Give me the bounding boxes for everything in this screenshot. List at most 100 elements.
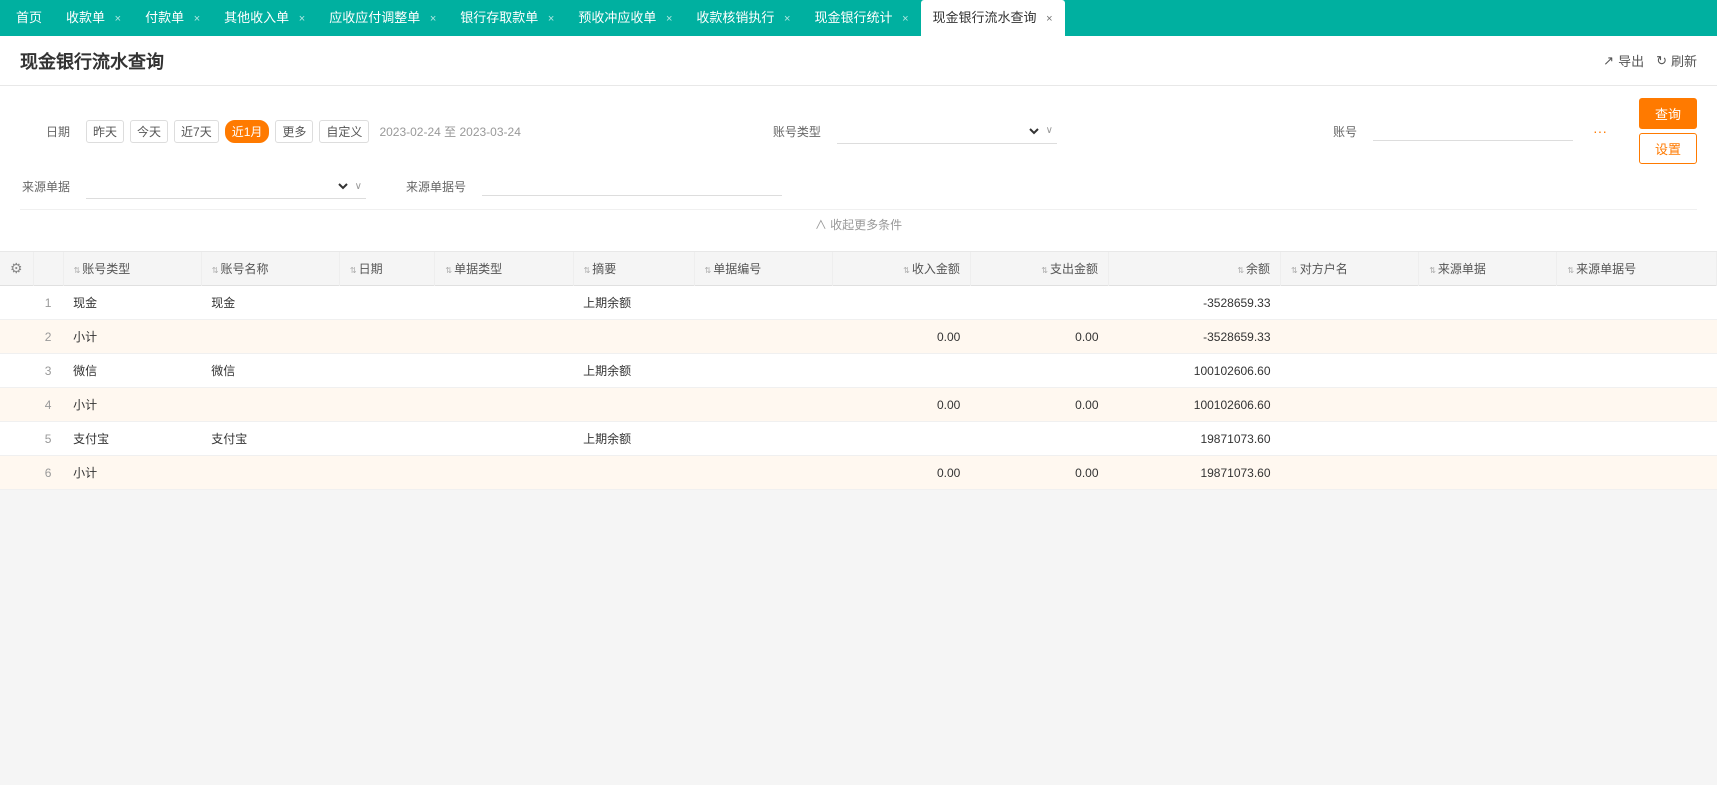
cell-balance: 19871073.60 — [1109, 422, 1281, 456]
nav-item-other-income[interactable]: 其他收入单 × — [212, 0, 317, 36]
nav-item-home[interactable]: 首页 — [4, 0, 54, 36]
source-doc-label: 来源单据 — [20, 178, 70, 195]
cell-account_name: 微信 — [201, 354, 339, 388]
table-row: 2小计0.000.00-3528659.33 — [0, 320, 1717, 354]
cell-num: 1 — [33, 286, 63, 320]
cell-source_doc — [1419, 320, 1557, 354]
sort-icon: ⇅ — [445, 266, 452, 275]
date-range-display: 2023-02-24 至 2023-03-24 — [379, 123, 520, 140]
refresh-button[interactable]: ↻ 刷新 — [1656, 51, 1697, 70]
cell-account_type: 小计 — [63, 456, 201, 490]
col-account-name[interactable]: ⇅账号名称 — [201, 252, 339, 286]
cell-balance: 100102606.60 — [1109, 388, 1281, 422]
cell-source_doc — [1419, 422, 1557, 456]
close-icon[interactable]: × — [299, 13, 305, 25]
cell-summary: 上期余额 — [573, 354, 694, 388]
cell-source_doc — [1419, 388, 1557, 422]
cell-summary — [573, 320, 694, 354]
nav-item-verify[interactable]: 收款核销执行 × — [684, 0, 802, 36]
cell-date — [339, 320, 435, 354]
account-ellipsis-button[interactable]: ··· — [1589, 123, 1611, 139]
account-input[interactable] — [1373, 122, 1573, 141]
cell-income: 0.00 — [832, 320, 970, 354]
cell-account_type: 现金 — [63, 286, 201, 320]
cell-summary — [573, 388, 694, 422]
nav-item-bank-deposit[interactable]: 银行存取款单 × — [448, 0, 566, 36]
sort-icon: ⇅ — [1041, 266, 1048, 275]
cell-doc_num — [694, 320, 832, 354]
nav-item-stats[interactable]: 现金银行统计 × — [802, 0, 920, 36]
date-btn-more[interactable]: 更多 — [275, 120, 313, 143]
table-row: 1现金现金上期余额-3528659.33 — [0, 286, 1717, 320]
nav-item-adjust[interactable]: 应收应付调整单 × — [317, 0, 448, 36]
close-icon-active[interactable]: × — [1046, 13, 1052, 25]
source-doc-chevron-icon: ∨ — [355, 181, 362, 192]
cell-num: 6 — [33, 456, 63, 490]
col-source-doc[interactable]: ⇅来源单据 — [1419, 252, 1557, 286]
cell-account_type: 小计 — [63, 388, 201, 422]
gear-settings-icon[interactable]: ⚙ — [10, 260, 23, 276]
query-button[interactable]: 查询 — [1639, 98, 1697, 129]
col-expense[interactable]: ⇅支出金额 — [970, 252, 1108, 286]
cell-counterpart — [1281, 320, 1419, 354]
sort-icon: ⇅ — [74, 266, 81, 275]
close-icon[interactable]: × — [430, 13, 436, 25]
account-type-label: 账号类型 — [771, 123, 821, 140]
account-type-select-wrapper[interactable]: 现金 银行 微信 支付宝 ∨ — [837, 119, 1057, 144]
nav-item-ledger[interactable]: 现金银行流水查询 × — [921, 0, 1065, 36]
col-num — [33, 252, 63, 286]
cell-account_type: 小计 — [63, 320, 201, 354]
account-type-select[interactable]: 现金 银行 微信 支付宝 — [841, 121, 1042, 141]
settings-button[interactable]: 设置 — [1639, 133, 1697, 164]
table-row: 4小计0.000.00100102606.60 — [0, 388, 1717, 422]
date-btn-custom[interactable]: 自定义 — [319, 120, 369, 143]
col-summary[interactable]: ⇅摘要 — [573, 252, 694, 286]
date-btn-yesterday[interactable]: 昨天 — [86, 120, 124, 143]
cell-expense: 0.00 — [970, 456, 1108, 490]
close-icon[interactable]: × — [902, 13, 908, 25]
date-btn-7days[interactable]: 近7天 — [174, 120, 219, 143]
cell-gear — [0, 354, 33, 388]
col-doc-num[interactable]: ⇅单据编号 — [694, 252, 832, 286]
date-btn-today[interactable]: 今天 — [130, 120, 168, 143]
cell-doc_num — [694, 422, 832, 456]
col-source-doc-num[interactable]: ⇅来源单据号 — [1557, 252, 1717, 286]
col-account-type[interactable]: ⇅账号类型 — [63, 252, 201, 286]
close-icon[interactable]: × — [784, 13, 790, 25]
page-title: 现金银行流水查询 — [20, 48, 164, 74]
cell-source_doc — [1419, 286, 1557, 320]
cell-summary — [573, 456, 694, 490]
cell-account_type: 微信 — [63, 354, 201, 388]
account-label: 账号 — [1307, 123, 1357, 140]
cell-doc_type — [435, 286, 573, 320]
collapse-bar[interactable]: ∧ 收起更多条件 — [20, 209, 1697, 239]
nav-item-prepay[interactable]: 预收冲应收单 × — [566, 0, 684, 36]
table-body: 1现金现金上期余额-3528659.332小计0.000.00-3528659.… — [0, 286, 1717, 490]
export-button[interactable]: ↗ 导出 — [1603, 51, 1644, 70]
cell-source_doc_num — [1557, 320, 1717, 354]
cell-gear — [0, 456, 33, 490]
close-icon[interactable]: × — [548, 13, 554, 25]
cell-counterpart — [1281, 354, 1419, 388]
date-label: 日期 — [20, 123, 70, 140]
source-doc-num-input[interactable] — [482, 177, 782, 196]
col-income[interactable]: ⇅收入金额 — [832, 252, 970, 286]
cell-num: 3 — [33, 354, 63, 388]
cell-gear — [0, 320, 33, 354]
source-doc-select-wrapper[interactable]: ∨ — [86, 174, 366, 199]
cell-gear — [0, 388, 33, 422]
sort-icon: ⇅ — [903, 266, 910, 275]
cell-expense — [970, 422, 1108, 456]
date-btn-1month[interactable]: 近1月 — [225, 120, 270, 143]
close-icon[interactable]: × — [115, 13, 121, 25]
col-balance[interactable]: ⇅余额 — [1109, 252, 1281, 286]
cell-date — [339, 354, 435, 388]
nav-item-payment[interactable]: 付款单 × — [133, 0, 212, 36]
col-counterpart[interactable]: ⇅对方户名 — [1281, 252, 1419, 286]
source-doc-select[interactable] — [90, 176, 351, 196]
col-doc-type[interactable]: ⇅单据类型 — [435, 252, 573, 286]
col-date[interactable]: ⇅日期 — [339, 252, 435, 286]
close-icon[interactable]: × — [666, 13, 672, 25]
nav-item-receipt[interactable]: 收款单 × — [54, 0, 133, 36]
close-icon[interactable]: × — [194, 13, 200, 25]
